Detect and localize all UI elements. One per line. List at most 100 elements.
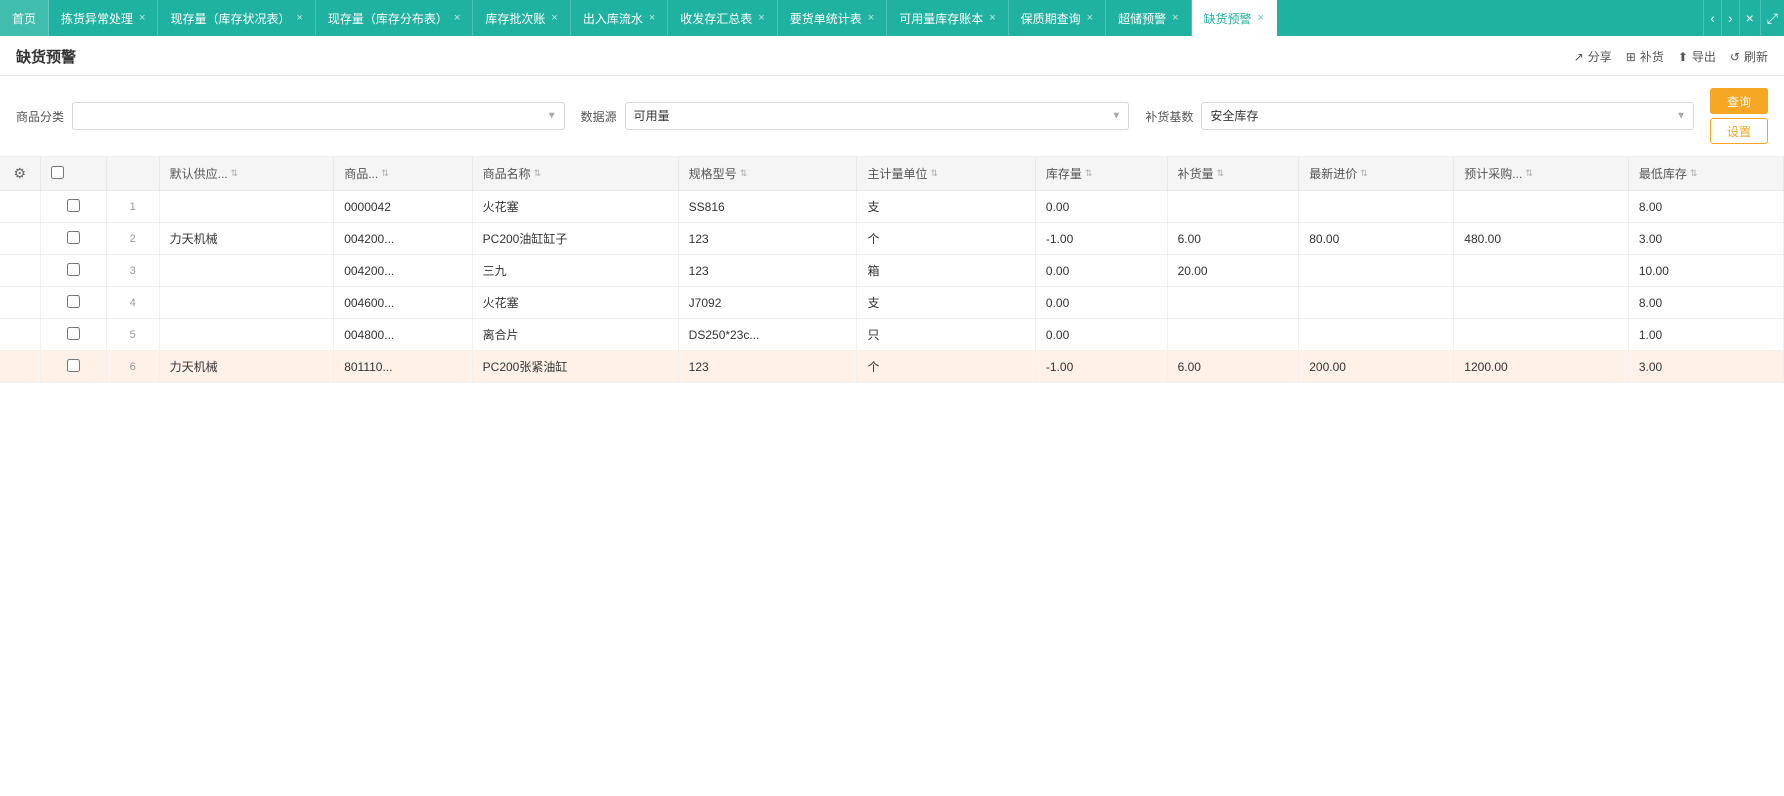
export-button[interactable]: ⬆ 导出 xyxy=(1678,48,1716,65)
row-estimated-purchase xyxy=(1454,287,1629,319)
tab-home[interactable]: 首页 xyxy=(0,0,49,36)
row-checkbox[interactable] xyxy=(67,327,80,340)
tab-inout-flow[interactable]: 出入库流水 × xyxy=(571,0,668,36)
query-button[interactable]: 查询 xyxy=(1710,88,1768,114)
restock-icon: ⊞ xyxy=(1626,50,1636,64)
replenish-select[interactable]: 安全库存 最低库存 xyxy=(1201,102,1694,130)
close-icon[interactable]: × xyxy=(868,12,874,24)
row-stock-qty: -1.00 xyxy=(1035,223,1167,255)
close-icon[interactable]: × xyxy=(989,12,995,24)
row-number: 2 xyxy=(106,223,159,255)
table-row: 1 0000042 火花塞 SS816 支 0.00 8.00 xyxy=(0,191,1784,223)
product-name-column-header[interactable]: 商品名称 ⇅ xyxy=(472,157,678,191)
settings-button[interactable]: 设置 xyxy=(1710,118,1768,144)
row-product-code: 0000042 xyxy=(334,191,472,223)
sort-icon: ⇅ xyxy=(1690,168,1698,179)
datasource-filter-group: 数据源 可用量 库存量 ▼ xyxy=(581,102,1130,130)
close-icon[interactable]: × xyxy=(454,12,460,24)
tab-picking-exception[interactable]: 拣货异常处理 × xyxy=(49,0,158,36)
tab-available-ledger[interactable]: 可用量库存账本 × xyxy=(887,0,1008,36)
row-replenish-qty: 20.00 xyxy=(1167,255,1299,287)
tab-stock-distribution[interactable]: 现存量（库存分布表） × xyxy=(316,0,473,36)
close-icon[interactable]: × xyxy=(1172,12,1178,24)
row-spec: 123 xyxy=(678,223,857,255)
replenish-qty-column-header[interactable]: 补货量 ⇅ xyxy=(1167,157,1299,191)
row-estimated-purchase xyxy=(1454,319,1629,351)
share-button[interactable]: ↗ 分享 xyxy=(1574,48,1612,65)
row-spec: SS816 xyxy=(678,191,857,223)
category-select[interactable] xyxy=(72,102,565,130)
close-icon[interactable]: × xyxy=(649,12,655,24)
tab-bar: 首页 拣货异常处理 × 现存量（库存状况表） × 现存量（库存分布表） × 库存… xyxy=(0,0,1784,36)
row-checkbox[interactable] xyxy=(67,295,80,308)
select-all-checkbox[interactable] xyxy=(51,166,64,179)
stock-qty-column-header[interactable]: 库存量 ⇅ xyxy=(1035,157,1167,191)
row-unit: 支 xyxy=(857,191,1035,223)
tab-overstock-warning[interactable]: 超储预警 × xyxy=(1106,0,1191,36)
row-checkbox-cell xyxy=(40,319,106,351)
sort-icon: ⇅ xyxy=(1217,168,1225,179)
refresh-button[interactable]: ↺ 刷新 xyxy=(1730,48,1768,65)
tab-shortage-warning[interactable]: 缺货预警 × xyxy=(1192,0,1277,36)
row-default-supplier xyxy=(159,319,334,351)
estimated-purchase-column-header[interactable]: 预计采购... ⇅ xyxy=(1454,157,1629,191)
row-checkbox[interactable] xyxy=(67,359,80,372)
row-latest-price: 80.00 xyxy=(1299,223,1454,255)
datasource-select[interactable]: 可用量 库存量 xyxy=(625,102,1130,130)
sort-icon: ⇅ xyxy=(534,168,542,179)
tab-scroll-left[interactable]: ‹ xyxy=(1703,0,1721,36)
spec-column-header[interactable]: 规格型号 ⇅ xyxy=(678,157,857,191)
tab-expiry-query[interactable]: 保质期查询 × xyxy=(1009,0,1106,36)
close-icon[interactable]: × xyxy=(1258,12,1264,24)
tab-batch-account[interactable]: 库存批次账 × xyxy=(473,0,570,36)
min-stock-column-header[interactable]: 最低库存 ⇅ xyxy=(1628,157,1783,191)
row-gear-cell xyxy=(0,351,40,383)
row-stock-qty: 0.00 xyxy=(1035,255,1167,287)
close-icon[interactable]: × xyxy=(551,12,557,24)
tab-requisition-stats[interactable]: 要货单统计表 × xyxy=(778,0,887,36)
table-row: 2 力天机械 004200... PC200油缸缸子 123 个 -1.00 6… xyxy=(0,223,1784,255)
row-number: 6 xyxy=(106,351,159,383)
close-icon[interactable]: × xyxy=(139,12,145,24)
row-gear-cell xyxy=(0,255,40,287)
row-checkbox-cell xyxy=(40,255,106,287)
sort-icon: ⇅ xyxy=(231,168,239,179)
unit-column-header[interactable]: 主计量单位 ⇅ xyxy=(857,157,1035,191)
tab-receive-summary[interactable]: 收发存汇总表 × xyxy=(668,0,777,36)
row-latest-price xyxy=(1299,319,1454,351)
row-latest-price xyxy=(1299,287,1454,319)
filter-actions: 查询 设置 xyxy=(1710,88,1768,144)
default-supplier-column-header[interactable]: 默认供应... ⇅ xyxy=(159,157,334,191)
row-product-name: 离合片 xyxy=(472,319,678,351)
sort-icon: ⇅ xyxy=(930,168,938,179)
page-header: 缺货预警 ↗ 分享 ⊞ 补货 ⬆ 导出 ↺ 刷新 xyxy=(0,36,1784,76)
row-unit: 个 xyxy=(857,223,1035,255)
restock-button[interactable]: ⊞ 补货 xyxy=(1626,48,1664,65)
table-row: 4 004600... 火花塞 J7092 支 0.00 8.00 xyxy=(0,287,1784,319)
gear-icon[interactable]: ⚙ xyxy=(13,165,26,181)
close-icon[interactable]: × xyxy=(758,12,764,24)
row-checkbox-cell xyxy=(40,223,106,255)
row-product-name: 三九 xyxy=(472,255,678,287)
row-estimated-purchase: 1200.00 xyxy=(1454,351,1629,383)
row-checkbox[interactable] xyxy=(67,263,80,276)
tab-close-all[interactable]: × xyxy=(1739,0,1760,36)
row-checkbox[interactable] xyxy=(67,231,80,244)
replenish-filter-group: 补货基数 安全库存 最低库存 ▼ xyxy=(1145,102,1694,130)
row-num-column-header xyxy=(106,157,159,191)
product-code-column-header[interactable]: 商品... ⇅ xyxy=(334,157,472,191)
table-row: 3 004200... 三九 123 箱 0.00 20.00 10.00 xyxy=(0,255,1784,287)
row-replenish-qty: 6.00 xyxy=(1167,351,1299,383)
close-icon[interactable]: × xyxy=(296,12,302,24)
tab-scroll-right[interactable]: › xyxy=(1721,0,1739,36)
row-default-supplier: 力天机械 xyxy=(159,223,334,255)
row-checkbox[interactable] xyxy=(67,199,80,212)
close-icon[interactable]: × xyxy=(1087,12,1093,24)
sort-icon: ⇅ xyxy=(381,168,389,179)
tab-stock-status[interactable]: 现存量（库存状况表） × xyxy=(158,0,315,36)
table-header-row: ⚙ 默认供应... ⇅ 商品... xyxy=(0,157,1784,191)
tab-expand[interactable]: ⤢ xyxy=(1760,0,1784,36)
row-replenish-qty xyxy=(1167,287,1299,319)
row-gear-cell xyxy=(0,319,40,351)
latest-price-column-header[interactable]: 最新进价 ⇅ xyxy=(1299,157,1454,191)
